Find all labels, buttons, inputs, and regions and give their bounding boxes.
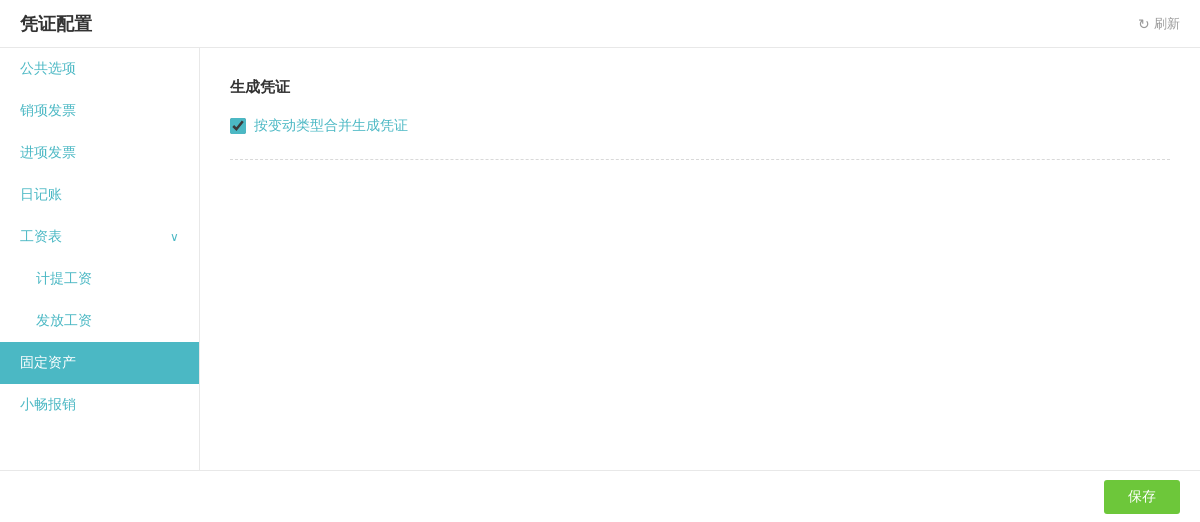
sidebar-item-calc-payroll[interactable]: 计提工资 [0,258,199,300]
refresh-button[interactable]: ↻ 刷新 [1138,15,1180,33]
refresh-label: 刷新 [1154,15,1180,33]
sidebar-item-expense-report[interactable]: 小畅报销 [0,384,199,426]
sidebar-label: 发放工资 [36,312,92,330]
sidebar-label: 销项发票 [20,102,76,120]
main-area: 公共选项销项发票进项发票日记账工资表 ∨ 计提工资发放工资固定资产小畅报销 生成凭证… [0,48,1200,470]
sidebar-label: 小畅报销 [20,396,76,414]
sidebar-item-sales-invoice[interactable]: 销项发票 [0,90,199,132]
sidebar-label: 进项发票 [20,144,76,162]
refresh-icon: ↻ [1138,16,1150,32]
page-title: 凭证配置 [20,12,92,36]
section-divider [230,159,1170,160]
sidebar-label: 工资表 [20,228,62,246]
page-header: 凭证配置 ↻ 刷新 [0,0,1200,48]
content-area: 生成凭证 按变动类型合并生成凭证 [200,48,1200,470]
merge-checkbox[interactable] [230,118,246,134]
checkbox-row: 按变动类型合并生成凭证 [230,117,1170,135]
sidebar-label: 日记账 [20,186,62,204]
sidebar-item-purchase-invoice[interactable]: 进项发票 [0,132,199,174]
page-wrapper: 凭证配置 ↻ 刷新 公共选项销项发票进项发票日记账工资表 ∨ 计提工资发放工资固定资… [0,0,1200,522]
sidebar-item-public-options[interactable]: 公共选项 [0,48,199,90]
sidebar-item-pay-payroll[interactable]: 发放工资 [0,300,199,342]
sidebar-label: 公共选项 [20,60,76,78]
sidebar-item-fixed-assets[interactable]: 固定资产 [0,342,199,384]
section-title: 生成凭证 [230,78,1170,97]
checkbox-label[interactable]: 按变动类型合并生成凭证 [254,117,408,135]
sidebar-label: 计提工资 [36,270,92,288]
sidebar-item-journal[interactable]: 日记账 [0,174,199,216]
page-footer: 保存 [0,470,1200,522]
sidebar-label: 固定资产 [20,354,76,372]
save-button[interactable]: 保存 [1104,480,1180,514]
sidebar: 公共选项销项发票进项发票日记账工资表 ∨ 计提工资发放工资固定资产小畅报销 [0,48,200,470]
sidebar-item-payroll-table[interactable]: 工资表 ∨ [0,216,199,258]
chevron-down-icon: ∨ [170,230,179,244]
